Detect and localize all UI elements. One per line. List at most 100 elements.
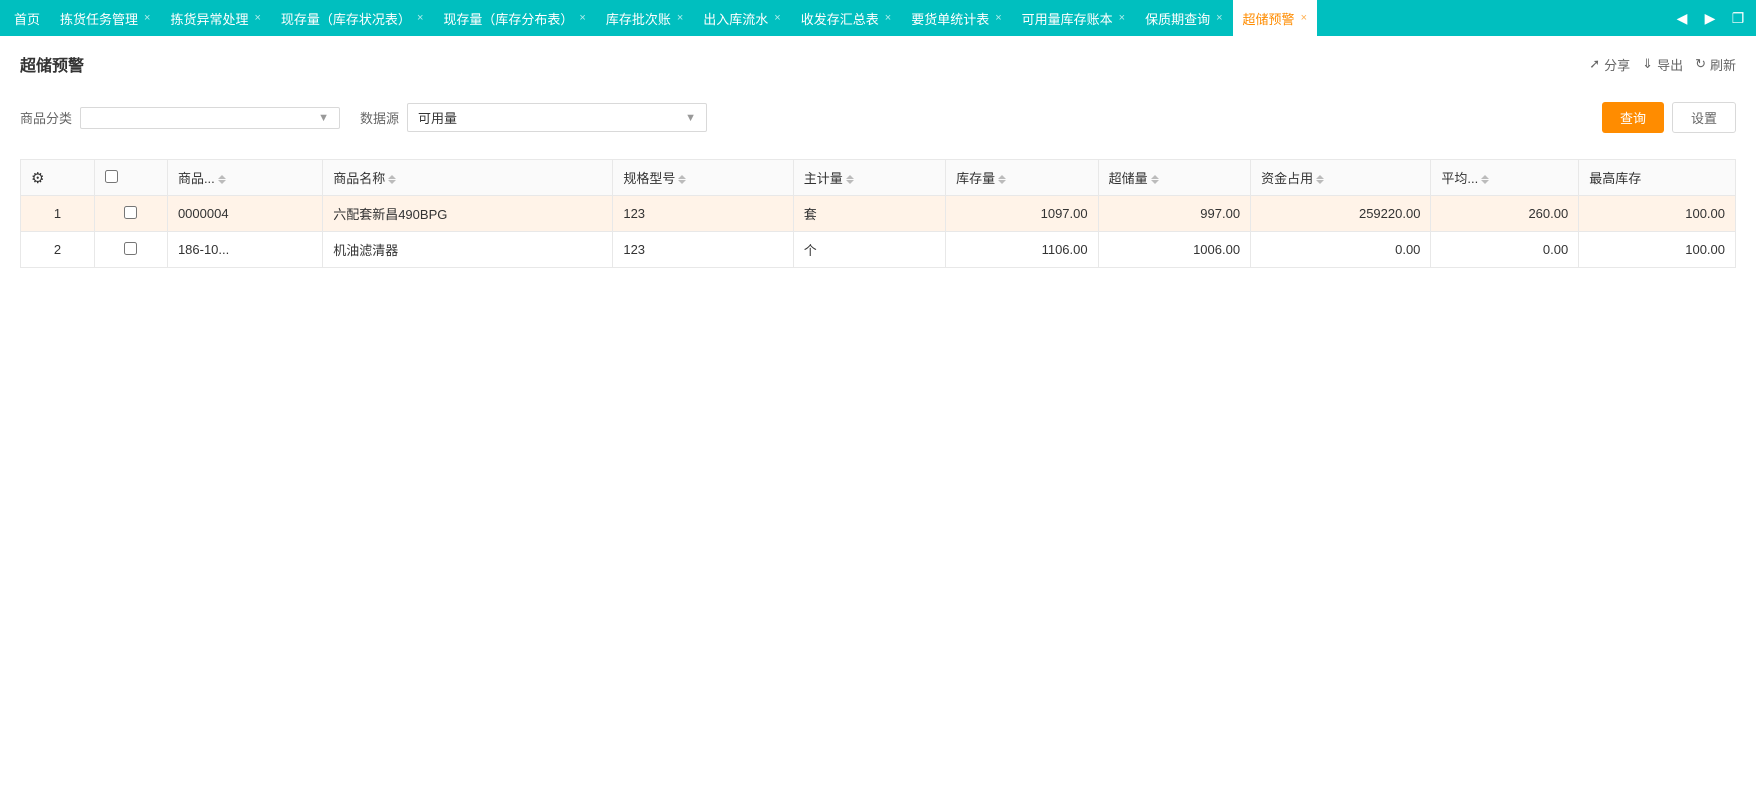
nav-item--------[interactable]: 可用量库存账本 ×	[1012, 0, 1135, 36]
close-icon[interactable]: ×	[1301, 12, 1307, 24]
nav-item-label: 可用量库存账本	[1022, 9, 1113, 28]
nav-item-label: 拣货异常处理	[170, 9, 248, 28]
col-header-index: ⚙	[21, 160, 95, 196]
page-title: 超储预警	[20, 52, 84, 76]
col-header-stock[interactable]: 库存量	[946, 160, 1098, 196]
close-icon[interactable]: ×	[1216, 12, 1222, 24]
datasource-label: 数据源	[360, 108, 399, 127]
col-header-product_code[interactable]: 商品...	[167, 160, 322, 196]
nav-item-----------[interactable]: 现存量（库存分布表） ×	[433, 0, 595, 36]
cell-stock: 1097.00	[946, 196, 1098, 232]
cell-max_stock: 100.00	[1579, 232, 1736, 268]
cell-avg: 260.00	[1431, 196, 1579, 232]
col-header-product_name[interactable]: 商品名称	[323, 160, 613, 196]
row-checkbox-cell	[94, 196, 167, 232]
nav-item-label: 拣货任务管理	[60, 9, 138, 28]
nav-item-label: 要货单统计表	[911, 9, 989, 28]
sort-icon	[998, 175, 1006, 184]
cell-overstock: 997.00	[1098, 196, 1250, 232]
col-label: 商品...	[178, 171, 215, 186]
sort-icon	[218, 175, 226, 184]
nav-item---[interactable]: 首页	[4, 0, 50, 36]
close-icon[interactable]: ×	[144, 12, 150, 24]
nav-item-label: 现存量（库存分布表）	[443, 9, 573, 28]
refresh-button[interactable]: ↻ 刷新	[1695, 55, 1736, 74]
filter-area: 商品分类 ▼ 数据源 可用量 ▼ 查询 设置	[20, 92, 1736, 143]
cell-avg: 0.00	[1431, 232, 1579, 268]
filter-actions: 查询 设置	[1602, 102, 1736, 133]
sort-icon	[846, 175, 854, 184]
nav-item-----------[interactable]: 现存量（库存状况表） ×	[271, 0, 433, 36]
cell-spec: 123	[613, 196, 793, 232]
col-label: 资金占用	[1261, 171, 1313, 186]
nav-item------[interactable]: 保质期查询×	[1135, 0, 1232, 36]
col-label: 规格型号	[623, 171, 675, 186]
query-button[interactable]: 查询	[1602, 102, 1664, 133]
nav-item-label: 超储预警	[1243, 9, 1295, 28]
close-icon[interactable]: ×	[677, 12, 683, 24]
col-label: 商品名称	[333, 171, 385, 186]
gear-icon[interactable]: ⚙	[31, 170, 44, 187]
col-label: 最高库存	[1589, 171, 1641, 186]
close-icon[interactable]: ×	[885, 12, 891, 24]
nav-expand-button[interactable]: ❐	[1724, 0, 1752, 36]
export-label: 导出	[1657, 55, 1683, 74]
col-header-spec[interactable]: 规格型号	[613, 160, 793, 196]
category-filter-group: 商品分类 ▼	[20, 107, 340, 129]
table-row: 10000004六配套新昌490BPG123套1097.00997.002592…	[21, 196, 1736, 232]
col-header-checkbox	[94, 160, 167, 196]
datasource-select[interactable]: 可用量 ▼	[407, 103, 707, 132]
sort-icon	[1316, 175, 1324, 184]
col-header-unit[interactable]: 主计量	[793, 160, 945, 196]
cell-unit: 套	[793, 196, 945, 232]
refresh-label: 刷新	[1710, 55, 1736, 74]
cell-capital: 0.00	[1251, 232, 1431, 268]
share-button[interactable]: ➚ 分享	[1589, 55, 1630, 74]
nav-item-label: 库存批次账	[606, 9, 671, 28]
nav-item-----[interactable]: 超储预警 ×	[1233, 0, 1317, 36]
cell-capital: 259220.00	[1251, 196, 1431, 232]
nav-item------[interactable]: 库存批次账 ×	[596, 0, 693, 36]
close-icon[interactable]: ×	[1119, 12, 1125, 24]
select-all-checkbox[interactable]	[105, 170, 118, 183]
col-header-avg[interactable]: 平均...	[1431, 160, 1579, 196]
cell-product_name: 机油滤清器	[323, 232, 613, 268]
sort-icon	[1151, 175, 1159, 184]
nav-item-------[interactable]: 拣货异常处理 ×	[160, 0, 270, 36]
nav-next-button[interactable]: ▶	[1696, 0, 1724, 36]
nav-item-------[interactable]: 拣货任务管理 ×	[50, 0, 160, 36]
data-table: ⚙ 商品... 商品名称 规格型号 主计量库存量超储量 资金占用 平均... 最高库存 100…	[20, 159, 1736, 268]
table-body: 10000004六配套新昌490BPG123套1097.00997.002592…	[21, 196, 1736, 268]
row-checkbox-cell	[94, 232, 167, 268]
sort-icon	[678, 175, 686, 184]
col-header-max_stock: 最高库存	[1579, 160, 1736, 196]
close-icon[interactable]: ×	[254, 12, 260, 24]
col-label: 平均...	[1441, 171, 1478, 186]
close-icon[interactable]: ×	[417, 12, 423, 24]
col-header-capital[interactable]: 资金占用	[1251, 160, 1431, 196]
cell-stock: 1106.00	[946, 232, 1098, 268]
cell-product_code: 0000004	[167, 196, 322, 232]
close-icon[interactable]: ×	[774, 12, 780, 24]
cell-product_name: 六配套新昌490BPG	[323, 196, 613, 232]
nav-item-label: 现存量（库存状况表）	[281, 9, 411, 28]
nav-item-------[interactable]: 收发存汇总表×	[791, 0, 901, 36]
nav-item-label: 首页	[14, 9, 40, 28]
table-row: 2186-10...机油滤清器123个1106.001006.000.000.0…	[21, 232, 1736, 268]
cell-unit: 个	[793, 232, 945, 268]
table-header: ⚙ 商品... 商品名称 规格型号 主计量库存量超储量 资金占用 平均... 最高库存	[21, 160, 1736, 196]
close-icon[interactable]: ×	[995, 12, 1001, 24]
category-select[interactable]: ▼	[80, 107, 340, 129]
settings-button[interactable]: 设置	[1672, 102, 1736, 133]
export-button[interactable]: ⇓ 导出	[1642, 55, 1683, 74]
page-header: 超储预警 ➚ 分享 ⇓ 导出 ↻ 刷新	[20, 52, 1736, 76]
nav-prev-button[interactable]: ◀	[1668, 0, 1696, 36]
datasource-value: 可用量	[418, 108, 457, 127]
close-icon[interactable]: ×	[579, 12, 585, 24]
col-header-overstock[interactable]: 超储量	[1098, 160, 1250, 196]
nav-item-------[interactable]: 要货单统计表 ×	[901, 0, 1011, 36]
row-checkbox[interactable]	[124, 206, 137, 219]
row-checkbox[interactable]	[124, 242, 137, 255]
nav-item------[interactable]: 出入库流水×	[693, 0, 790, 36]
col-label: 超储量	[1109, 171, 1148, 186]
